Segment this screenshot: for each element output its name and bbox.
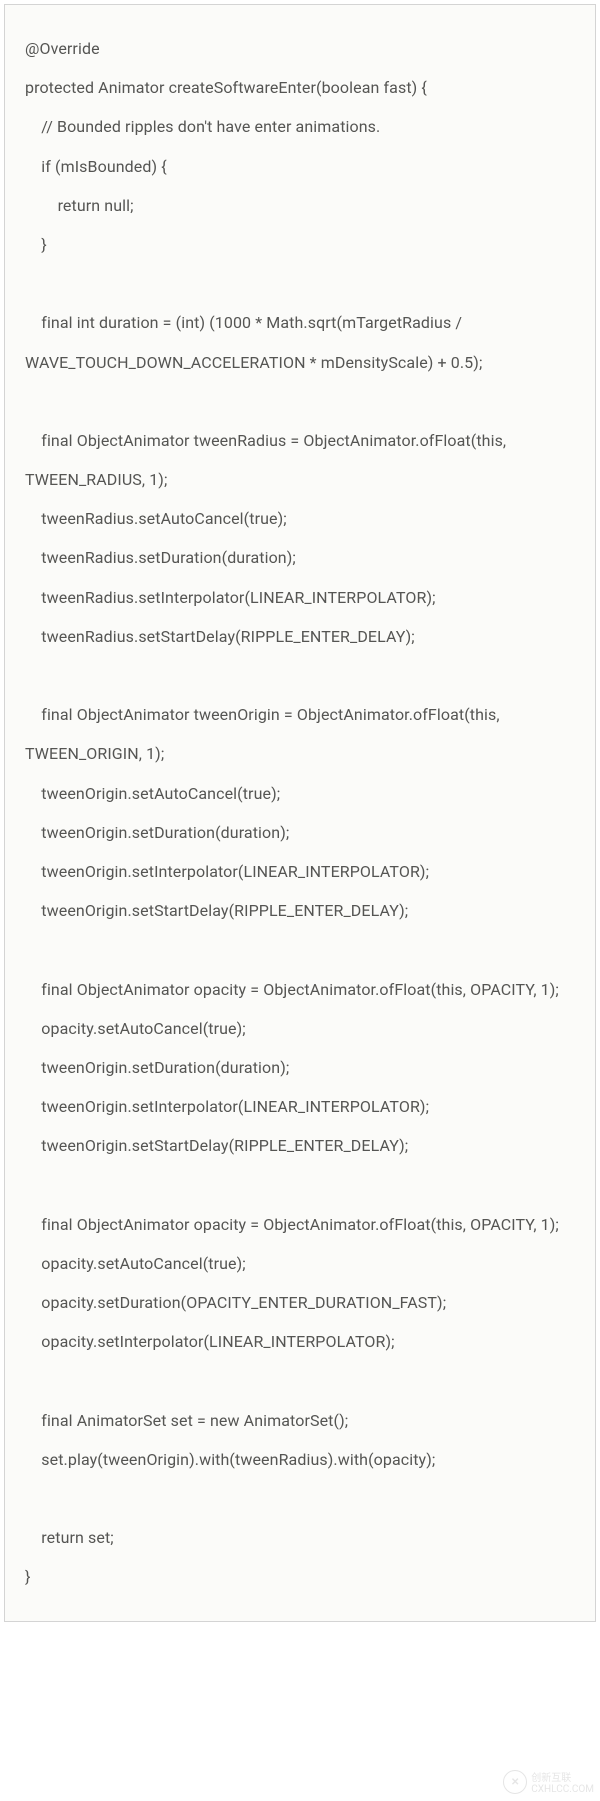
code-line — [25, 1479, 575, 1518]
code-line — [25, 930, 575, 969]
code-line: tweenOrigin.setAutoCancel(true); — [25, 774, 575, 813]
code-line: } — [25, 225, 575, 264]
code-line: tweenOrigin.setDuration(duration); — [25, 813, 575, 852]
code-line: if (mIsBounded) { — [25, 147, 575, 186]
code-line: return set; — [25, 1518, 575, 1557]
code-line: tweenOrigin.setStartDelay(RIPPLE_ENTER_D… — [25, 891, 575, 930]
code-block: @Overrideprotected Animator createSoftwa… — [4, 4, 596, 1622]
code-line: @Override — [25, 29, 575, 68]
code-line: final int duration = (int) (1000 * Math.… — [25, 303, 575, 381]
code-line — [25, 1361, 575, 1400]
code-line: final ObjectAnimator tweenOrigin = Objec… — [25, 695, 575, 773]
code-line — [25, 1165, 575, 1204]
code-line: } — [25, 1557, 575, 1596]
code-line — [25, 264, 575, 303]
code-line — [25, 656, 575, 695]
code-line: final ObjectAnimator opacity = ObjectAni… — [25, 970, 575, 1009]
code-line: tweenOrigin.setDuration(duration); — [25, 1048, 575, 1087]
code-line: final AnimatorSet set = new AnimatorSet(… — [25, 1401, 575, 1440]
watermark: ✕ 创新互联 CXHLCC.COM — [503, 1769, 594, 1795]
code-container: @Overrideprotected Animator createSoftwa… — [25, 29, 575, 1597]
watermark-brand: 创新互联 — [531, 1769, 594, 1784]
code-line: tweenOrigin.setInterpolator(LINEAR_INTER… — [25, 852, 575, 891]
watermark-sub: CXHLCC.COM — [531, 1784, 594, 1795]
code-line: tweenRadius.setStartDelay(RIPPLE_ENTER_D… — [25, 617, 575, 656]
code-line: tweenOrigin.setInterpolator(LINEAR_INTER… — [25, 1087, 575, 1126]
code-line: opacity.setAutoCancel(true); — [25, 1244, 575, 1283]
code-line: tweenRadius.setInterpolator(LINEAR_INTER… — [25, 578, 575, 617]
code-line: return null; — [25, 186, 575, 225]
code-line — [25, 382, 575, 421]
code-line: protected Animator createSoftwareEnter(b… — [25, 68, 575, 107]
code-line: tweenRadius.setAutoCancel(true); — [25, 499, 575, 538]
code-line: tweenRadius.setDuration(duration); — [25, 538, 575, 577]
code-line: // Bounded ripples don't have enter anim… — [25, 107, 575, 146]
code-line: tweenOrigin.setStartDelay(RIPPLE_ENTER_D… — [25, 1126, 575, 1165]
code-line: set.play(tweenOrigin).with(tweenRadius).… — [25, 1440, 575, 1479]
code-line: opacity.setInterpolator(LINEAR_INTERPOLA… — [25, 1322, 575, 1361]
watermark-logo-icon: ✕ — [503, 1770, 527, 1794]
code-line: opacity.setDuration(OPACITY_ENTER_DURATI… — [25, 1283, 575, 1322]
code-line: final ObjectAnimator opacity = ObjectAni… — [25, 1205, 575, 1244]
code-line: final ObjectAnimator tweenRadius = Objec… — [25, 421, 575, 499]
code-line: opacity.setAutoCancel(true); — [25, 1009, 575, 1048]
